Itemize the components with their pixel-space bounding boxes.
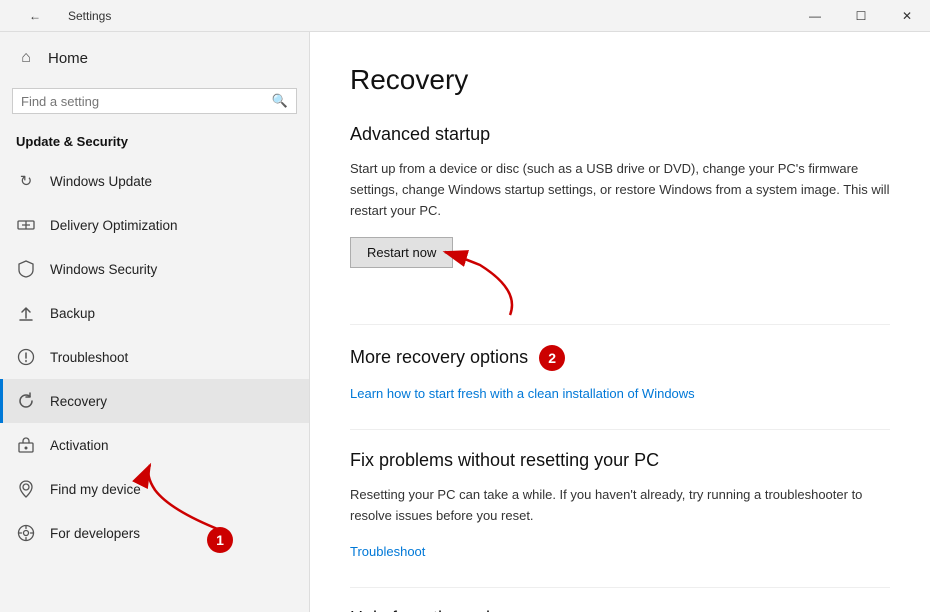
for-developers-icon (16, 523, 36, 543)
divider-1 (350, 324, 890, 325)
sidebar-item-home[interactable]: ⌂ Home (0, 32, 309, 84)
clean-install-link[interactable]: Learn how to start fresh with a clean in… (350, 386, 695, 401)
delivery-optimization-icon (16, 215, 36, 235)
troubleshoot-link[interactable]: Troubleshoot (350, 544, 425, 559)
search-box[interactable]: 🔍 (12, 88, 297, 114)
app-title: Settings (68, 9, 111, 23)
activation-icon (16, 435, 36, 455)
fix-problems-title: Fix problems without resetting your PC (350, 450, 890, 471)
sidebar-item-label: For developers (50, 526, 140, 541)
sidebar-item-troubleshoot[interactable]: Troubleshoot (0, 335, 309, 379)
home-icon: ⌂ (16, 48, 36, 68)
main-content: Recovery Advanced startup Start up from … (310, 32, 930, 612)
help-from-web-section: Help from the web (350, 608, 890, 612)
badge-2: 2 (539, 345, 565, 371)
advanced-startup-section: Advanced startup Start up from a device … (350, 124, 890, 296)
sidebar-item-find-my-device[interactable]: Find my device (0, 467, 309, 511)
minimize-button[interactable]: — (792, 0, 838, 32)
recovery-icon (16, 391, 36, 411)
search-input[interactable] (21, 94, 266, 109)
troubleshoot-icon (16, 347, 36, 367)
sidebar-item-for-developers[interactable]: For developers (0, 511, 309, 555)
fix-problems-desc: Resetting your PC can take a while. If y… (350, 485, 890, 527)
divider-2 (350, 429, 890, 430)
close-button[interactable]: ✕ (884, 0, 930, 32)
divider-3 (350, 587, 890, 588)
help-from-web-title: Help from the web (350, 608, 890, 612)
fix-problems-section: Fix problems without resetting your PC R… (350, 450, 890, 559)
sidebar-item-label: Activation (50, 438, 109, 453)
title-bar: ← Settings — ☐ ✕ (0, 0, 930, 32)
advanced-startup-desc: Start up from a device or disc (such as … (350, 159, 890, 221)
home-label: Home (48, 50, 88, 67)
sidebar-item-activation[interactable]: Activation (0, 423, 309, 467)
sidebar-item-backup[interactable]: Backup (0, 291, 309, 335)
sidebar-item-label: Recovery (50, 394, 107, 409)
more-recovery-title: More recovery options 2 (350, 345, 890, 371)
sidebar: ⌂ Home 🔍 Update & Security ↻ Windows Upd… (0, 32, 310, 612)
search-icon: 🔍 (272, 93, 288, 109)
sidebar-item-recovery[interactable]: Recovery (0, 379, 309, 423)
restart-now-button[interactable]: Restart now (350, 237, 453, 268)
sidebar-item-label: Delivery Optimization (50, 218, 178, 233)
sidebar-item-label: Windows Security (50, 262, 157, 277)
page-title: Recovery (350, 64, 890, 96)
windows-update-icon: ↻ (16, 171, 36, 191)
sidebar-item-windows-update[interactable]: ↻ Windows Update (0, 159, 309, 203)
advanced-startup-title: Advanced startup (350, 124, 890, 145)
sidebar-item-delivery-optimization[interactable]: Delivery Optimization (0, 203, 309, 247)
sidebar-item-label: Backup (50, 306, 95, 321)
sidebar-item-windows-security[interactable]: Windows Security (0, 247, 309, 291)
sidebar-item-label: Troubleshoot (50, 350, 128, 365)
more-recovery-options-section: More recovery options 2 Learn how to sta… (350, 345, 890, 401)
sidebar-item-label: Windows Update (50, 174, 152, 189)
maximize-button[interactable]: ☐ (838, 0, 884, 32)
back-button[interactable]: ← (12, 0, 58, 32)
windows-security-icon (16, 259, 36, 279)
find-my-device-icon (16, 479, 36, 499)
backup-icon (16, 303, 36, 323)
sidebar-section-title: Update & Security (0, 126, 309, 159)
sidebar-item-label: Find my device (50, 482, 141, 497)
